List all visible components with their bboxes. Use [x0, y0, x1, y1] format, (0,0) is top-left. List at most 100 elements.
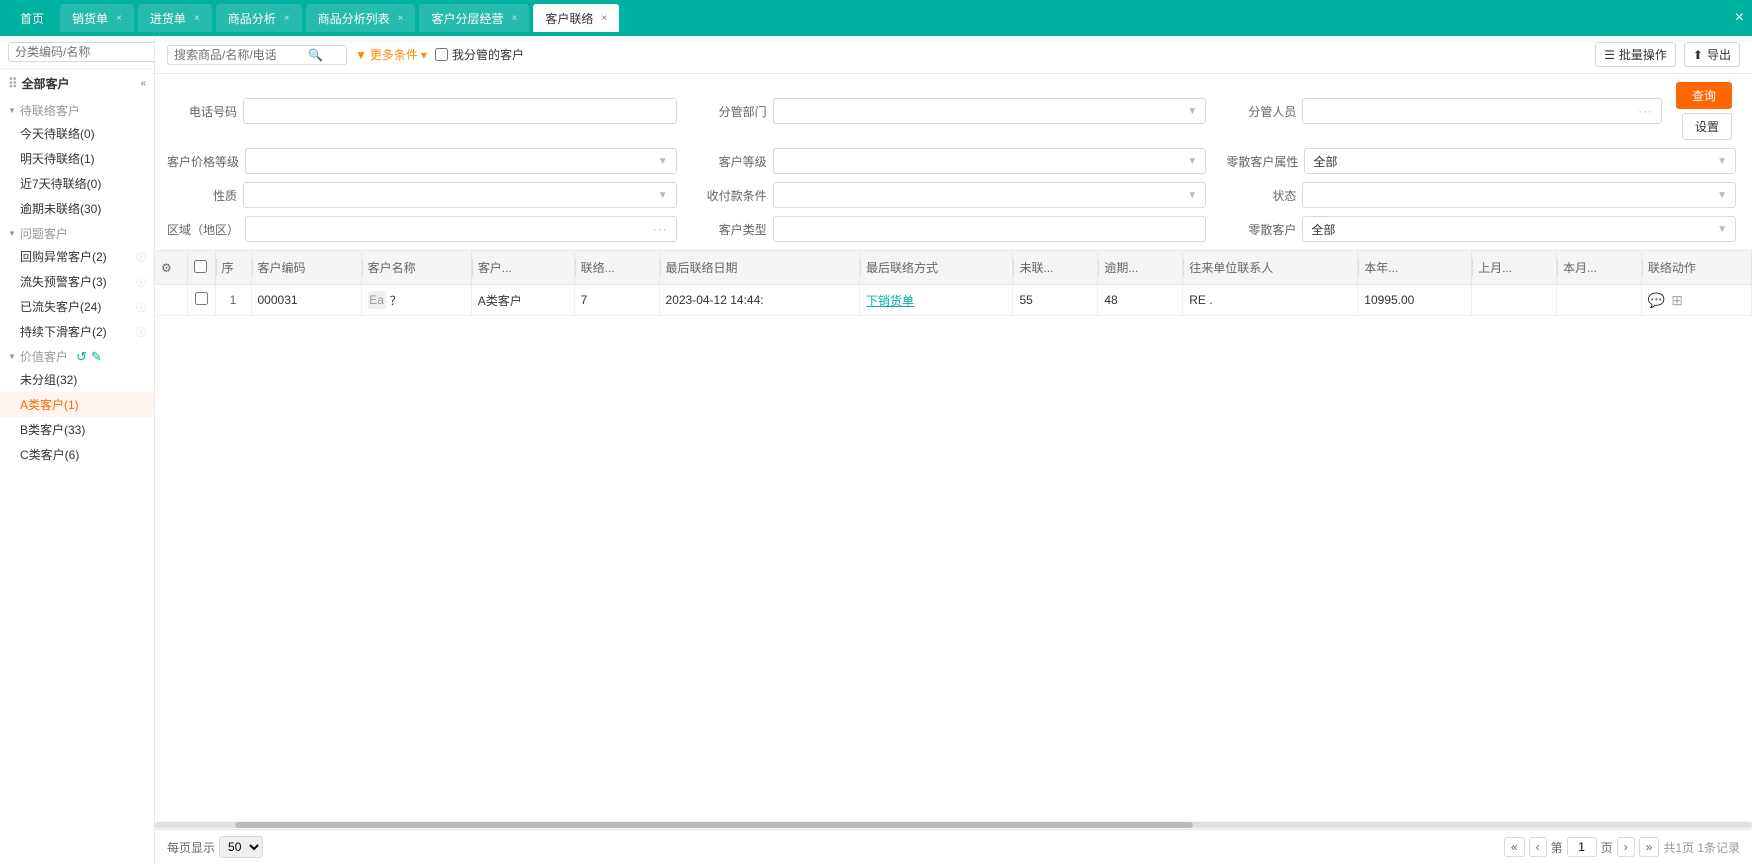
- payment-select[interactable]: ▼: [773, 182, 1207, 208]
- avatar-text: Ea: [369, 293, 384, 307]
- col-overdue: 逾期...: [1098, 251, 1183, 285]
- sidebar-group-problem: ▼ 问题客户 回购异常客户(2) ⓘ 流失预警客户(3) ⓘ 已流失客户(24)…: [0, 221, 154, 344]
- gear-icon[interactable]: ⚙: [161, 261, 172, 275]
- query-button[interactable]: 查询: [1676, 82, 1732, 109]
- customer-level-label: 客户等级: [697, 153, 767, 170]
- horizontal-scrollbar[interactable]: [155, 821, 1752, 829]
- sidebar-item-overdue[interactable]: 逾期未联络(30): [0, 196, 154, 221]
- customer-contact-tab-close[interactable]: ×: [601, 13, 607, 24]
- scatter-attr-select[interactable]: 全部 ▼: [1304, 148, 1736, 174]
- loss-warning-label: 流失预警客户(3): [20, 273, 136, 290]
- overdue-label: 逾期未联络(30): [20, 200, 146, 217]
- page-size-select[interactable]: 50: [219, 836, 263, 858]
- nav-tab-goods-list[interactable]: 商品分析列表 ×: [306, 4, 416, 32]
- scatter-attr-value: 全部: [1313, 153, 1337, 170]
- collapse-icon[interactable]: «: [140, 78, 146, 89]
- sidebar-item-lost[interactable]: 已流失客户(24) ⓘ: [0, 294, 154, 319]
- close-all-button[interactable]: ×: [1735, 9, 1744, 27]
- info-icon-1: ⓘ: [136, 249, 146, 264]
- scrollbar-thumb[interactable]: [235, 822, 1193, 828]
- contactperson-value: RE .: [1189, 293, 1212, 307]
- contact-value: 7: [581, 293, 588, 307]
- nav-tab-home[interactable]: 首页: [8, 4, 56, 32]
- row-name: Ea ？: [361, 285, 471, 316]
- adv-filter-nature: 性质 ▼: [167, 182, 677, 208]
- scatter-select[interactable]: 全部 ▼: [1302, 216, 1736, 242]
- select-all-checkbox[interactable]: [194, 260, 207, 273]
- pagination-area: « ‹ 第 页 › » 共1页 1条记录: [1504, 837, 1740, 857]
- col-thismonth: 本月...: [1556, 251, 1641, 285]
- filter-icon: ▼: [355, 48, 367, 62]
- action-message-icon[interactable]: 💬: [1648, 292, 1665, 309]
- filter-more-button[interactable]: ▼ 更多条件 ▾: [355, 46, 427, 63]
- sidebar-search-input[interactable]: [8, 42, 155, 62]
- customer-layer-tab-close[interactable]: ×: [511, 13, 517, 24]
- sidebar-item-tomorrow[interactable]: 明天待联络(1): [0, 146, 154, 171]
- row-contactperson: RE .: [1183, 285, 1358, 316]
- refresh-icon[interactable]: ↺: [76, 349, 87, 365]
- goods-analysis-tab-close[interactable]: ×: [284, 13, 290, 24]
- sales-tab-close[interactable]: ×: [116, 13, 122, 24]
- sidebar-group-value-label[interactable]: ▼ 价值客户 ↺ ✎: [0, 344, 154, 367]
- sidebar-item-a-class[interactable]: A类客户(1): [0, 392, 154, 417]
- info-icon-3: ⓘ: [136, 299, 146, 314]
- nature-select[interactable]: ▼: [243, 182, 677, 208]
- name-value: ？: [390, 292, 402, 309]
- my-customers-checkbox-label[interactable]: 我分管的客户: [435, 46, 524, 63]
- row-checkbox[interactable]: [195, 292, 208, 305]
- edit-icon[interactable]: ✎: [91, 349, 102, 365]
- sidebar-group-pending-label[interactable]: ▼ 待联络客户: [0, 98, 154, 121]
- customer-type-input[interactable]: [773, 216, 1207, 242]
- batch-op-button[interactable]: ☰ 批量操作: [1595, 42, 1676, 67]
- sidebar-item-b-class[interactable]: B类客户(33): [0, 417, 154, 442]
- nav-tab-purchase[interactable]: 进货单 ×: [138, 4, 212, 32]
- customer-name-cell: Ea ？: [368, 291, 465, 309]
- filter-search-input[interactable]: [174, 48, 304, 62]
- status-select[interactable]: ▼: [1302, 182, 1736, 208]
- price-level-select[interactable]: ▼: [245, 148, 677, 174]
- adv-filter-phone: 电话号码: [167, 82, 677, 140]
- col-seq: 序: [215, 251, 251, 285]
- sidebar-item-repurchase-abnormal[interactable]: 回购异常客户(2) ⓘ: [0, 244, 154, 269]
- sidebar-item-7days[interactable]: 近7天待联络(0): [0, 171, 154, 196]
- sidebar-item-today[interactable]: 今天待联络(0): [0, 121, 154, 146]
- lastmethod-link[interactable]: 下销货单: [866, 294, 914, 308]
- filter-search-icon[interactable]: 🔍: [308, 48, 323, 62]
- row-uncontacted: 55: [1013, 285, 1098, 316]
- page-prev-button[interactable]: ‹: [1529, 837, 1547, 857]
- nav-tab-customer-layer[interactable]: 客户分层经营 ×: [419, 4, 529, 32]
- sidebar-group-problem-label[interactable]: ▼ 问题客户: [0, 221, 154, 244]
- page-last-button[interactable]: »: [1639, 837, 1660, 857]
- sidebar-item-ungrouped[interactable]: 未分组(32): [0, 367, 154, 392]
- sidebar-item-declining[interactable]: 持续下滑客户(2) ⓘ: [0, 319, 154, 344]
- customer-level-select[interactable]: ▼: [773, 148, 1207, 174]
- dept-select[interactable]: ▼: [773, 98, 1207, 124]
- adv-filter-region: 区域（地区） ···: [167, 216, 677, 242]
- goods-list-tab-close[interactable]: ×: [398, 13, 404, 24]
- col-lastdate: 最后联络日期: [659, 251, 860, 285]
- sidebar-item-loss-warning[interactable]: 流失预警客户(3) ⓘ: [0, 269, 154, 294]
- page-first-button[interactable]: «: [1504, 837, 1525, 857]
- nav-tab-goods-analysis[interactable]: 商品分析 ×: [216, 4, 302, 32]
- triangle-icon-3: ▼: [8, 352, 16, 361]
- adv-filter-status: 状态 ▼: [1226, 182, 1736, 208]
- purchase-tab-close[interactable]: ×: [194, 13, 200, 24]
- my-customers-checkbox[interactable]: [435, 48, 448, 61]
- person-input[interactable]: ···: [1302, 98, 1662, 124]
- phone-input[interactable]: [243, 98, 677, 124]
- value-group-label: 价值客户: [20, 348, 68, 365]
- current-page-input[interactable]: [1567, 837, 1597, 857]
- nav-tab-sales[interactable]: 销货单 ×: [60, 4, 134, 32]
- nav-tab-customer-contact[interactable]: 客户联络 ×: [533, 4, 619, 32]
- setup-button[interactable]: 设置: [1682, 113, 1732, 140]
- col-contactperson: 往来单位联系人: [1183, 251, 1358, 285]
- page-next-button[interactable]: ›: [1617, 837, 1635, 857]
- region-input[interactable]: ···: [245, 216, 677, 242]
- export-button[interactable]: ⬆ 导出: [1684, 42, 1740, 67]
- goods-analysis-tab-label: 商品分析: [228, 10, 276, 27]
- sidebar-all-customers[interactable]: ⠿ 全部客户 «: [0, 69, 154, 98]
- row-lastdate: 2023-04-12 14:44:: [659, 285, 860, 316]
- sidebar-item-c-class[interactable]: C类客户(6): [0, 442, 154, 467]
- sidebar-group-value: ▼ 价值客户 ↺ ✎ 未分组(32) A类客户(1) B类客户(33) C类客户…: [0, 344, 154, 467]
- action-link-icon[interactable]: ⊞: [1671, 292, 1683, 309]
